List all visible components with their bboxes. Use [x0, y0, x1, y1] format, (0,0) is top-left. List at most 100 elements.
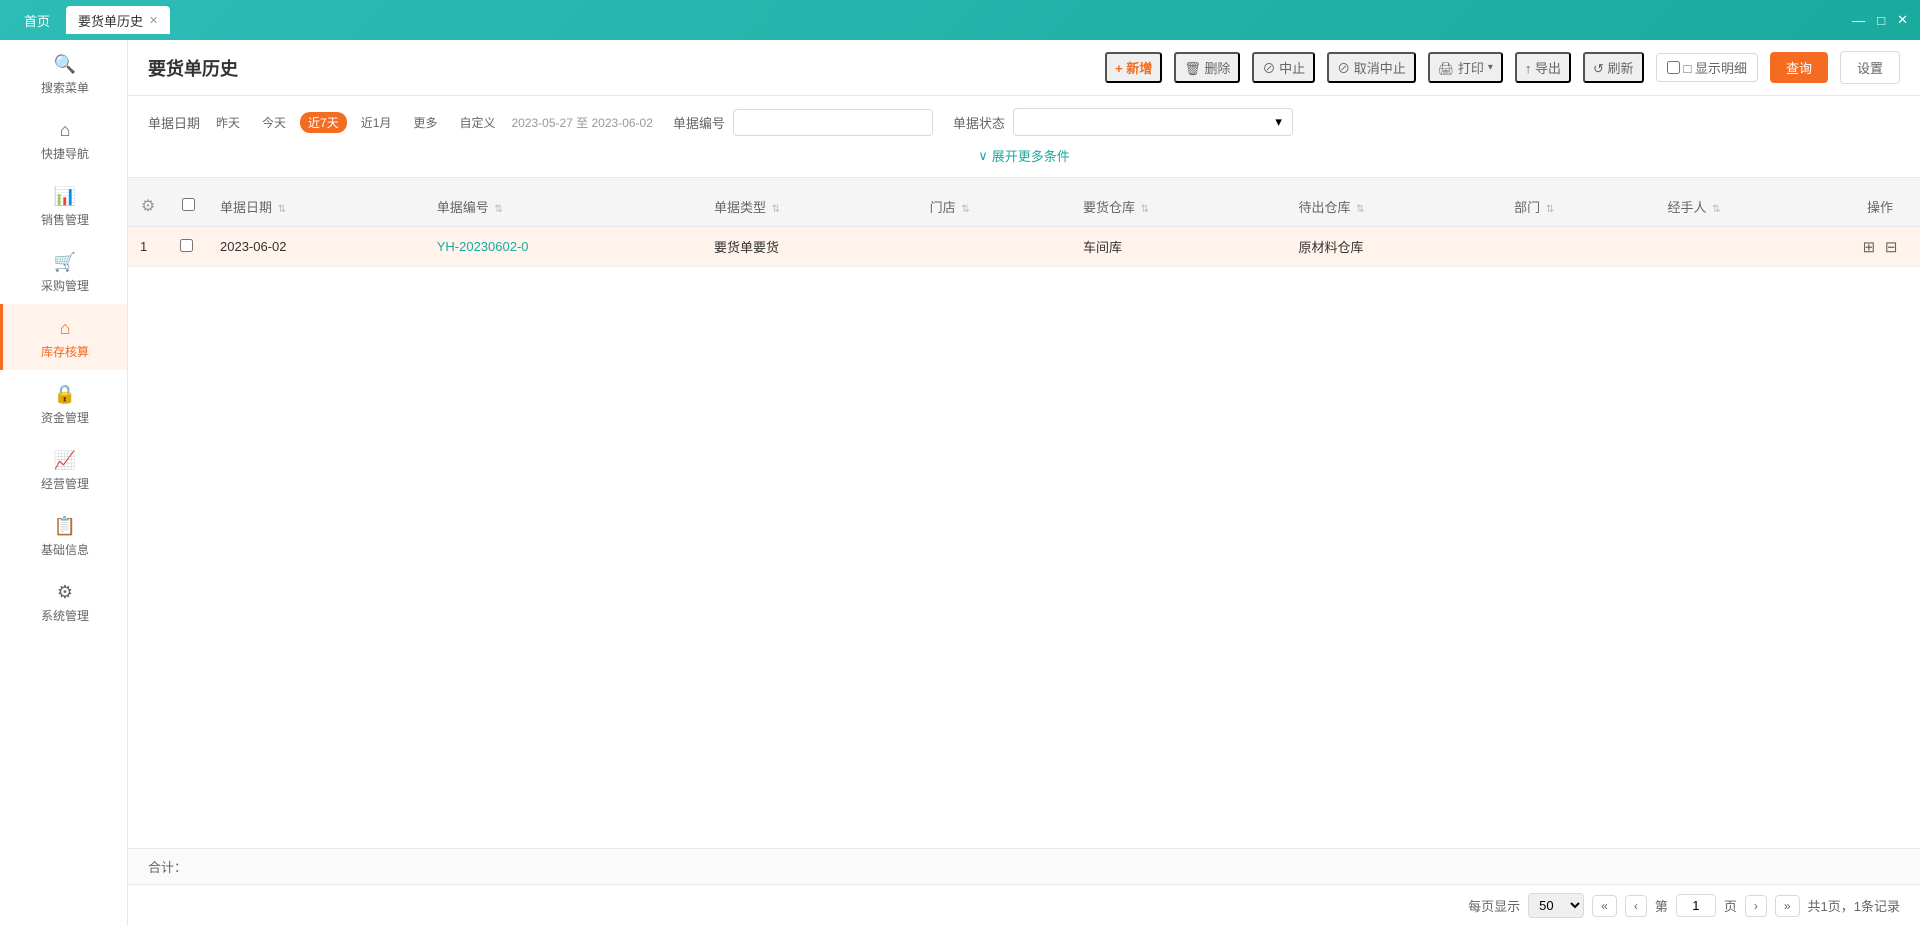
new-button[interactable]: + 新增: [1105, 52, 1162, 83]
ops-icon: 📈: [54, 450, 76, 471]
export-button[interactable]: ↑ 导出: [1515, 52, 1571, 83]
select-all-checkbox[interactable]: [182, 198, 195, 211]
chevron-down-icon: ∨: [978, 148, 988, 164]
page-title: 要货单历史: [148, 55, 238, 81]
column-settings-icon[interactable]: ⚙: [141, 198, 155, 215]
edit-action-icon[interactable]: ⊞: [1863, 239, 1876, 256]
date-shortcuts: 昨天 今天 近7天 近1月 更多 自定义: [208, 112, 503, 133]
maximize-icon[interactable]: —: [1852, 13, 1865, 28]
tab-home[interactable]: 首页: [12, 6, 62, 34]
delete-action-icon[interactable]: ⊟: [1885, 239, 1898, 256]
refresh-button[interactable]: ↺ 刷新: [1583, 52, 1644, 83]
doc-number-link[interactable]: YH-20230602-0: [437, 239, 529, 254]
home-icon: ⌂: [60, 120, 71, 141]
restore-icon[interactable]: □: [1877, 13, 1885, 28]
delete-button[interactable]: 🗑 删除: [1174, 52, 1240, 83]
doc-status-select[interactable]: ▾: [1013, 108, 1293, 136]
page-label: 页: [1724, 896, 1737, 915]
close-tab-icon[interactable]: ✕: [149, 14, 158, 27]
chart-icon: 📊: [54, 186, 76, 207]
last-page-button[interactable]: »: [1775, 895, 1800, 917]
date-btn-custom[interactable]: 自定义: [451, 112, 503, 133]
doc-number-label: 单据编号: [673, 113, 725, 132]
th-type: 单据类型 ⇅: [702, 186, 918, 227]
jump-prefix: 第: [1655, 896, 1668, 915]
cell-checkbox: [168, 227, 208, 267]
toolbar: + 新增 🗑 删除 ⊘ 中止 ⊘ 取消中止 🖨 打印 ▾ ↑ 导出 ↺ 刷新 □…: [1105, 51, 1900, 84]
doc-number-input[interactable]: [733, 109, 933, 136]
inventory-icon: ⌂: [60, 318, 71, 339]
doc-status-filter: 单据状态 ▾: [953, 108, 1293, 136]
sidebar: 🔍 搜索菜单 ⌂ 快捷导航 📊 销售管理 🛒 采购管理 ⌂ 库存核算 🔒 资金管…: [0, 40, 128, 926]
sort-req-warehouse-icon[interactable]: ⇅: [1141, 204, 1149, 215]
lock-icon: 🔒: [54, 384, 76, 405]
cell-department: [1502, 227, 1655, 267]
print-button[interactable]: 🖨 打印 ▾: [1428, 52, 1503, 83]
settings-button[interactable]: 设置: [1840, 51, 1900, 84]
doc-status-label: 单据状态: [953, 113, 1005, 132]
cell-pending-warehouse: 原材料仓库: [1287, 227, 1503, 267]
next-page-button[interactable]: ›: [1745, 895, 1767, 917]
sidebar-item-system[interactable]: ⚙ 系统管理: [0, 568, 127, 634]
content-area: 要货单历史 + 新增 🗑 删除 ⊘ 中止 ⊘ 取消中止 🖨 打印 ▾ ↑ 导出 …: [128, 40, 1920, 926]
th-settings: ⚙: [128, 186, 168, 227]
main-layout: 🔍 搜索菜单 ⌂ 快捷导航 📊 销售管理 🛒 采购管理 ⌂ 库存核算 🔒 资金管…: [0, 40, 1920, 926]
pagination-bar: 每页显示 10 20 50 100 « ‹ 第 1 页 › » 共1页，1条记录: [128, 884, 1920, 926]
date-btn-today[interactable]: 今天: [254, 112, 294, 133]
th-number: 单据编号 ⇅: [425, 186, 702, 227]
cell-type: 要货单要货: [702, 227, 918, 267]
sidebar-item-purchase[interactable]: 🛒 采购管理: [0, 238, 127, 304]
page-header: 要货单历史 + 新增 🗑 删除 ⊘ 中止 ⊘ 取消中止 🖨 打印 ▾ ↑ 导出 …: [128, 40, 1920, 96]
filter-area: 单据日期 昨天 今天 近7天 近1月 更多 自定义 2023-05-27 至 2…: [128, 96, 1920, 178]
filter-row-1: 单据日期 昨天 今天 近7天 近1月 更多 自定义 2023-05-27 至 2…: [148, 108, 1900, 136]
sidebar-item-inventory[interactable]: ⌂ 库存核算: [0, 304, 127, 370]
sort-type-icon[interactable]: ⇅: [772, 204, 780, 215]
cell-number: YH-20230602-0: [425, 227, 702, 267]
sidebar-item-basic-info[interactable]: 📋 基础信息: [0, 502, 127, 568]
sidebar-item-nav[interactable]: ⌂ 快捷导航: [0, 106, 127, 172]
th-date: 单据日期 ⇅: [208, 186, 425, 227]
sort-handler-icon[interactable]: ⇅: [1712, 204, 1720, 215]
sort-number-icon[interactable]: ⇅: [494, 204, 502, 215]
sort-department-icon[interactable]: ⇅: [1546, 204, 1554, 215]
display-detail-button[interactable]: □ 显示明细: [1656, 53, 1758, 82]
cell-index: 1: [128, 227, 168, 267]
total-info: 共1页，1条记录: [1808, 896, 1900, 915]
sort-pending-warehouse-icon[interactable]: ⇅: [1356, 204, 1364, 215]
search-icon: 🔍: [54, 54, 76, 75]
date-btn-7days[interactable]: 近7天: [300, 112, 347, 133]
top-bar-actions: — □ ✕: [1852, 12, 1908, 28]
sidebar-item-search[interactable]: 🔍 搜索菜单: [0, 40, 127, 106]
sidebar-item-sales[interactable]: 📊 销售管理: [0, 172, 127, 238]
sidebar-item-operations[interactable]: 📈 经营管理: [0, 436, 127, 502]
sort-store-icon[interactable]: ⇅: [961, 204, 969, 215]
table-row: 1 2023-06-02 YH-20230602-0 要货单要货: [128, 227, 1920, 267]
date-filter: 单据日期 昨天 今天 近7天 近1月 更多 自定义 2023-05-27 至 2…: [148, 112, 653, 133]
cancel-stop-button[interactable]: ⊘ 取消中止: [1327, 52, 1416, 83]
date-btn-1month[interactable]: 近1月: [353, 112, 400, 133]
date-range-display: 2023-05-27 至 2023-06-02: [511, 114, 652, 131]
first-page-button[interactable]: «: [1592, 895, 1617, 917]
tab-requisition-history[interactable]: 要货单历史 ✕: [66, 6, 170, 34]
gear-icon: ⚙: [57, 582, 73, 603]
page-size-label: 每页显示: [1468, 896, 1520, 915]
table-container: ⚙ 单据日期 ⇅ 单据编号 ⇅: [128, 186, 1920, 884]
date-btn-yesterday[interactable]: 昨天: [208, 112, 248, 133]
expand-more-button[interactable]: ∨ 展开更多条件: [978, 146, 1070, 165]
page-size-select[interactable]: 10 20 50 100: [1528, 893, 1584, 918]
cell-store: [918, 227, 1071, 267]
row-checkbox[interactable]: [180, 239, 193, 252]
sidebar-item-finance[interactable]: 🔒 资金管理: [0, 370, 127, 436]
query-button[interactable]: 查询: [1770, 52, 1828, 83]
doc-number-filter: 单据编号: [673, 109, 933, 136]
date-filter-label: 单据日期: [148, 113, 200, 132]
display-detail-checkbox[interactable]: [1667, 61, 1680, 74]
table-body: 1 2023-06-02 YH-20230602-0 要货单要货: [128, 227, 1920, 267]
sort-date-icon[interactable]: ⇅: [278, 204, 286, 215]
stop-button[interactable]: ⊘ 中止: [1252, 52, 1315, 83]
page-input[interactable]: 1: [1676, 894, 1716, 917]
table-footer: 合计：: [128, 848, 1920, 884]
date-btn-more[interactable]: 更多: [405, 112, 445, 133]
close-window-icon[interactable]: ✕: [1897, 12, 1908, 28]
prev-page-button[interactable]: ‹: [1625, 895, 1647, 917]
